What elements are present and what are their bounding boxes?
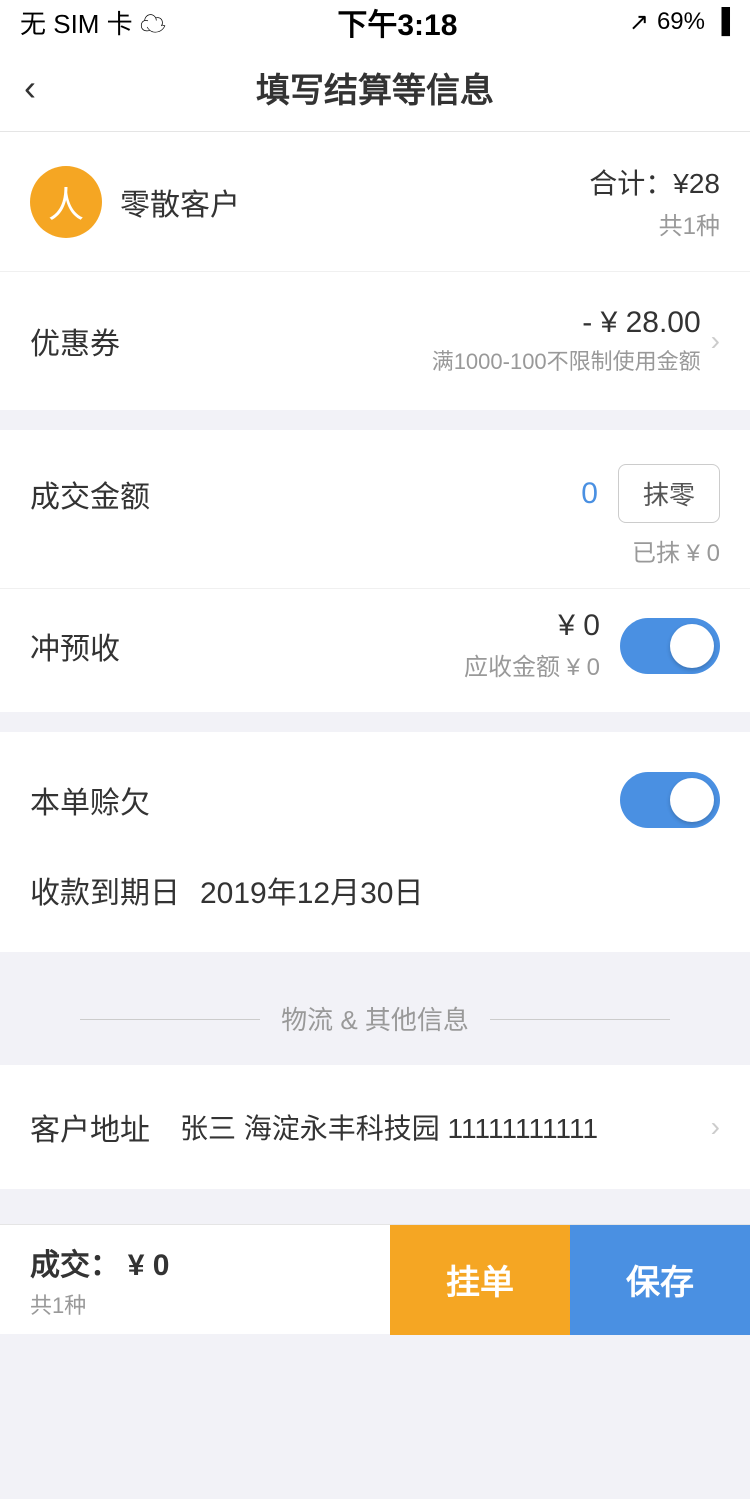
deal-label: 成交： [30, 1249, 120, 1282]
debt-section: 本单赊欠 收款到期日 2019年12月30日 [0, 732, 750, 952]
chevron-right-icon: › [711, 325, 720, 357]
avatar: 人 [30, 166, 102, 238]
customer-total-info: 合计：¥28 共1种 [589, 162, 720, 241]
logistics-label: 物流 & 其他信息 [281, 1005, 469, 1035]
bottom-summary: 成交： ¥ 0 共1种 [0, 1240, 390, 1320]
debt-row: 本单赊欠 [0, 732, 750, 868]
prepay-amount: ¥ 0 [464, 609, 600, 643]
customer-row: 人 零散客户 合计：¥28 共1种 [0, 132, 750, 271]
status-time: 下午3:18 [337, 0, 457, 44]
avatar-icon: 人 [48, 176, 84, 228]
customer-section: 人 零散客户 合计：¥28 共1种 优惠券 - ¥ 28.00 满1000-10… [0, 132, 750, 410]
battery-icon: ▐ [713, 8, 730, 36]
address-section: 客户地址 张三 海淀永丰科技园 11111111111 › [0, 1065, 750, 1189]
debt-toggle[interactable] [620, 772, 720, 828]
nav-bar: ‹ 填写结算等信息 [0, 44, 750, 132]
transaction-right: 0 抹零 [581, 464, 720, 523]
prepay-row: 冲预收 ¥ 0 应收金额 ¥ 0 [0, 588, 750, 712]
duedate-row: 收款到期日 2019年12月30日 [0, 868, 750, 952]
prepay-toggle[interactable] [620, 618, 720, 674]
prepay-label: 冲预收 [30, 624, 120, 668]
duedate-value[interactable]: 2019年12月30日 [200, 868, 423, 912]
location-icon: ↗ [629, 8, 649, 37]
coupon-amount: - ¥ 28.00 [432, 306, 701, 340]
transaction-section: 成交金额 0 抹零 已抹 ¥ 0 冲预收 ¥ 0 应收金额 ¥ 0 [0, 430, 750, 712]
customer-info: 人 零散客户 [30, 166, 240, 238]
prepay-sub: 应收金额 ¥ 0 [464, 647, 600, 682]
coupon-desc: 满1000-100不限制使用金额 [432, 344, 701, 376]
bottom-deal: 成交： ¥ 0 [30, 1240, 360, 1284]
battery-status: 69% [657, 8, 705, 36]
round-zero-button[interactable]: 抹零 [618, 464, 720, 523]
customer-name: 零散客户 [120, 180, 240, 224]
address-value: 张三 海淀永丰科技园 11111111111 [180, 1107, 711, 1147]
toggle-thumb [670, 624, 714, 668]
prepay-right: ¥ 0 应收金额 ¥ 0 [464, 609, 720, 682]
address-label: 客户地址 [30, 1105, 150, 1149]
status-left: 无 SIM 卡 ☁ [20, 4, 166, 41]
sim-status: 无 SIM 卡 ☁ [20, 4, 166, 41]
duedate-label: 收款到期日 [30, 868, 180, 912]
transaction-sub: 已抹 ¥ 0 [0, 533, 750, 588]
customer-total: 合计：¥28 [589, 162, 720, 202]
back-button[interactable]: ‹ [24, 67, 36, 109]
bottom-count: 共1种 [30, 1288, 360, 1320]
deal-amount: ¥ 0 [128, 1249, 170, 1282]
status-right: ↗ 69% ▐ [629, 8, 730, 37]
coupon-info: - ¥ 28.00 满1000-100不限制使用金额 [432, 306, 701, 376]
prepay-info: ¥ 0 应收金额 ¥ 0 [464, 609, 600, 682]
transaction-label: 成交金额 [30, 472, 150, 516]
address-chevron-icon: › [711, 1111, 720, 1143]
coupon-row[interactable]: 优惠券 - ¥ 28.00 满1000-100不限制使用金额 › [0, 271, 750, 410]
debt-label: 本单赊欠 [30, 778, 150, 822]
customer-count: 共1种 [589, 206, 720, 241]
logistics-header: 物流 & 其他信息 [0, 972, 750, 1065]
coupon-label: 优惠券 [30, 319, 120, 363]
page-title: 填写结算等信息 [256, 63, 494, 112]
bottom-bar: 成交： ¥ 0 共1种 挂单 保存 [0, 1224, 750, 1334]
address-row[interactable]: 客户地址 张三 海淀永丰科技园 11111111111 › [0, 1065, 750, 1189]
debt-toggle-thumb [670, 778, 714, 822]
transaction-amount[interactable]: 0 [581, 477, 598, 511]
hold-button[interactable]: 挂单 [390, 1225, 570, 1335]
coupon-right: - ¥ 28.00 满1000-100不限制使用金额 › [432, 306, 720, 376]
transaction-row: 成交金额 0 抹零 [0, 430, 750, 533]
status-bar: 无 SIM 卡 ☁ 下午3:18 ↗ 69% ▐ [0, 0, 750, 44]
save-button[interactable]: 保存 [570, 1225, 750, 1335]
